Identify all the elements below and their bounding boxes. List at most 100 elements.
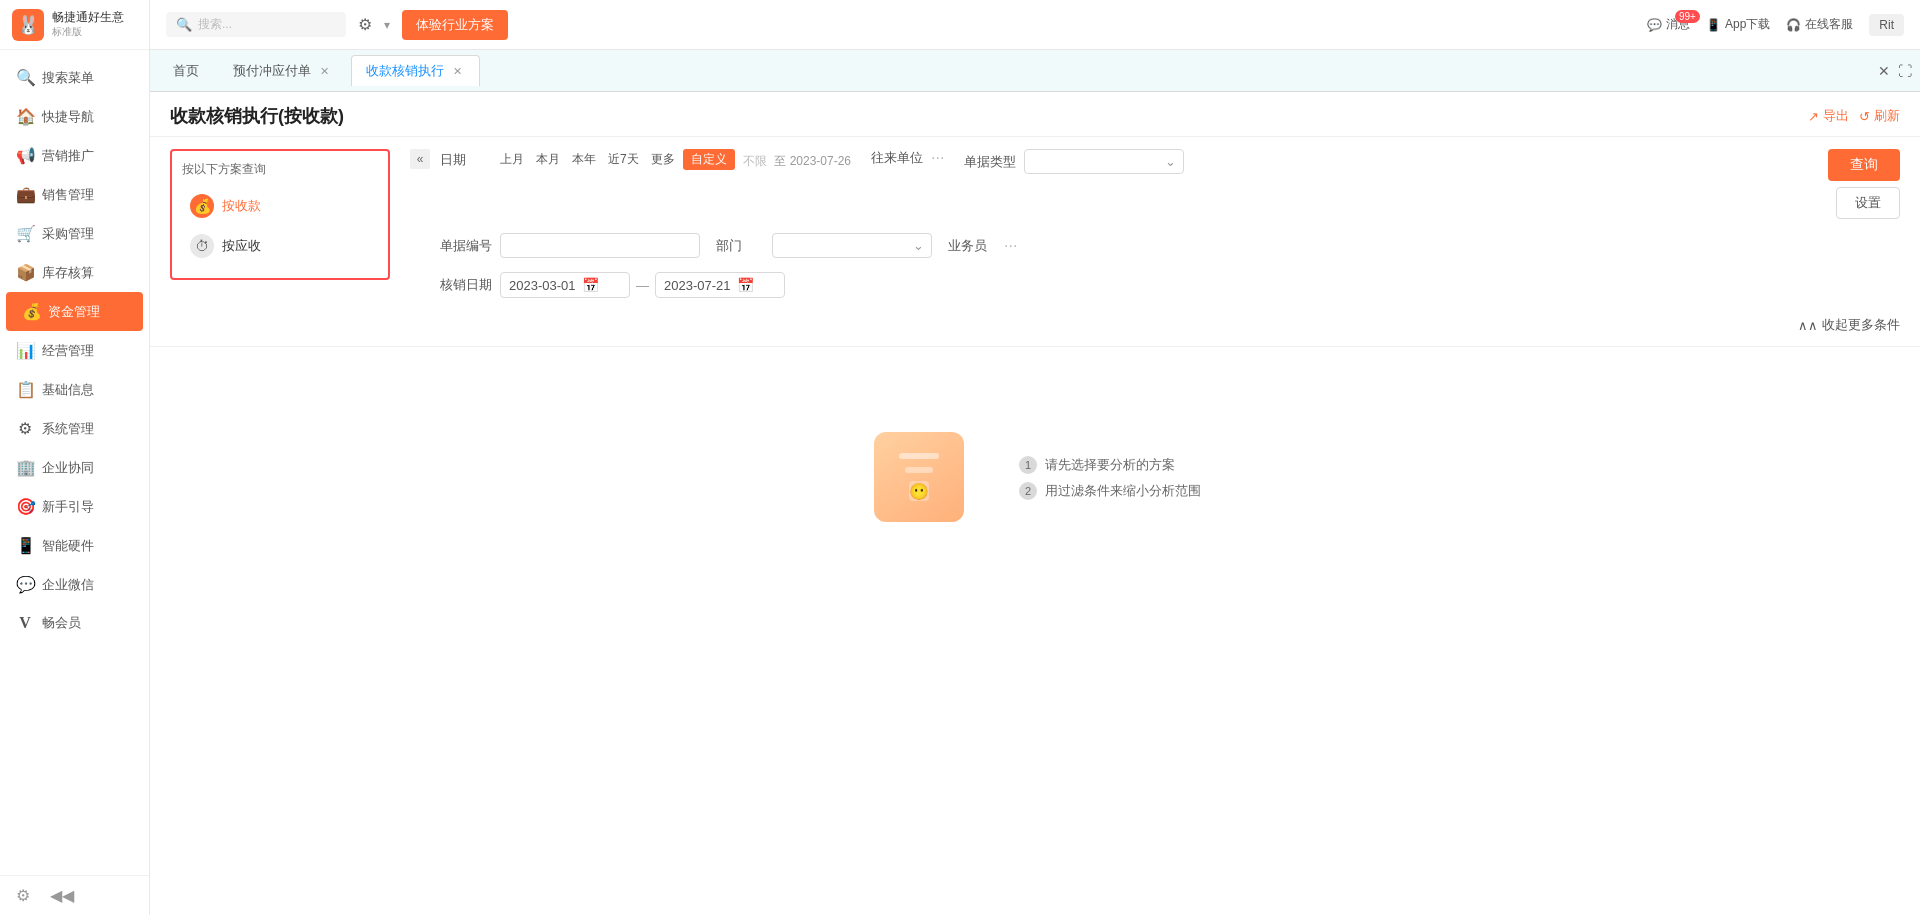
empty-hints: 1 请先选择要分析的方案 2 用过滤条件来缩小分析范围 [1019,456,1201,508]
search-menu-icon: 🔍 [16,68,34,87]
date-label: 日期 [440,151,488,169]
sidebar-item-vip[interactable]: V 畅会员 [0,604,149,642]
tab-prepay[interactable]: 预付冲应付单 ✕ [218,55,347,86]
sidebar-item-search-menu[interactable]: 🔍 搜索菜单 [0,58,149,97]
empty-hint-num-2: 2 [1019,482,1037,500]
sidebar-item-purchase-mgmt[interactable]: 🛒 采购管理 [0,214,149,253]
tab-prepay-close-icon[interactable]: ✕ [317,64,332,79]
collapse-more-row: ∧∧ 收起更多条件 [440,312,1900,334]
user-name: Rit [1879,18,1894,32]
doc-type-select[interactable] [1024,149,1184,174]
doc-type-label: 单据类型 [964,153,1016,171]
date-no-limit: 不限 至 2023-07-26 [743,153,851,170]
dept-select-wrap [772,233,932,258]
topbar-search-placeholder: 搜索... [198,16,232,33]
empty-hint-text-1: 请先选择要分析的方案 [1045,456,1175,474]
sidebar-item-quick-nav[interactable]: 🏠 快捷导航 [0,97,149,136]
empty-illustration: 😶 [869,427,979,537]
date-btn-7days[interactable]: 近7天 [604,149,643,170]
dept-field: 部门 [716,233,932,258]
collapse-sidebar-icon[interactable]: ◀◀ [50,886,74,905]
app-name: 畅捷通好生意 [52,10,124,26]
sidebar-item-fund-mgmt[interactable]: 💰 资金管理 [6,292,143,331]
topbar-right: 💬 消息 99+ 📱 App下载 🎧 在线客服 Rit [1647,14,1904,36]
salesman-label: 业务员 [948,237,996,255]
system-mgmt-icon: ⚙ [16,419,34,438]
purchase-mgmt-label: 采购管理 [42,225,94,243]
writeoff-date-to-input[interactable]: 2023-07-21 📅 [655,272,785,298]
refresh-button[interactable]: ↺ 刷新 [1859,107,1900,125]
sales-mgmt-icon: 💼 [16,185,34,204]
empty-state-inner: 😶 1 请先选择要分析的方案 2 用过滤条件来缩小分析范围 [869,427,1201,537]
sidebar-item-basic-info[interactable]: 📋 基础信息 [0,370,149,409]
quick-nav-icon: 🏠 [16,107,34,126]
empty-hint-1: 1 请先选择要分析的方案 [1019,456,1201,474]
online-service-icon: 🎧 [1786,18,1801,32]
sidebar-item-marketing[interactable]: 📢 营销推广 [0,136,149,175]
marketing-label: 营销推广 [42,147,94,165]
tab-receipt-writeoff[interactable]: 收款核销执行 ✕ [351,55,480,86]
sidebar-item-inventory[interactable]: 📦 库存核算 [0,253,149,292]
sidebar-item-enterprise-collab[interactable]: 🏢 企业协同 [0,448,149,487]
filter-option-by-receivable[interactable]: ⏱ 按应收 [182,228,378,264]
dept-select[interactable] [772,233,932,258]
doc-number-field: 单据编号 [440,233,700,258]
writeoff-date-field: 核销日期 2023-03-01 📅 — 2023-07-21 📅 [440,272,785,298]
date-btn-last-month[interactable]: 上月 [496,149,528,170]
system-mgmt-label: 系统管理 [42,420,94,438]
export-button[interactable]: ↗ 导出 [1808,107,1849,125]
sidebar-item-enterprise-wechat[interactable]: 💬 企业微信 [0,565,149,604]
message-button[interactable]: 💬 消息 99+ [1647,16,1690,33]
quick-nav-label: 快捷导航 [42,108,94,126]
right-action-btns: 查询 设置 [1828,149,1900,219]
topbar-search-box[interactable]: 🔍 搜索... [166,12,346,37]
filter-fields-panel: 日期 上月 本月 本年 近7天 更多 自定义 不限 至 [440,149,1900,334]
sidebar-item-smart-hw[interactable]: 📱 智能硬件 [0,526,149,565]
empty-box-face: 😶 [909,481,929,501]
salesman-select-more-icon[interactable]: ··· [1004,237,1017,255]
filter-collapse-button[interactable] [410,149,430,169]
app-download-button[interactable]: 📱 App下载 [1706,16,1770,33]
settings-button[interactable]: 设置 [1836,187,1900,219]
query-button[interactable]: 查询 [1828,149,1900,181]
tab-expand-icon[interactable]: ⛶ [1898,63,1912,79]
writeoff-date-to-calendar-icon[interactable]: 📅 [737,277,754,293]
basic-info-label: 基础信息 [42,381,94,399]
writeoff-date-to-value: 2023-07-21 [664,278,731,293]
writeoff-date-from-input[interactable]: 2023-03-01 📅 [500,272,630,298]
settings-icon[interactable]: ⚙ [16,886,30,905]
tab-receipt-writeoff-close-icon[interactable]: ✕ [450,64,465,79]
salesman-field: 业务员 ··· [948,237,1017,255]
date-btn-this-month[interactable]: 本月 [532,149,564,170]
dept-label: 部门 [716,237,764,255]
by-receivable-icon: ⏱ [190,234,214,258]
user-menu[interactable]: Rit [1869,14,1904,36]
doc-number-input[interactable] [500,233,700,258]
smart-hw-icon: 📱 [16,536,34,555]
filter-row-2: 单据编号 部门 业务员 [440,233,1900,258]
date-btn-more[interactable]: 更多 [647,149,679,170]
industry-solution-button[interactable]: 体验行业方案 [402,10,508,40]
sidebar-item-beginner-guide[interactable]: 🎯 新手引导 [0,487,149,526]
refresh-icon: ↺ [1859,109,1870,124]
collapse-more-button[interactable]: ∧∧ 收起更多条件 [1798,316,1900,334]
topbar-gear-icon[interactable]: ⚙ [358,15,372,34]
enterprise-wechat-icon: 💬 [16,575,34,594]
tabbar: 首页 预付冲应付单 ✕ 收款核销执行 ✕ ✕ ⛶ [150,50,1920,92]
writeoff-date-range: 2023-03-01 📅 — 2023-07-21 📅 [500,272,785,298]
sidebar: 🐰 畅捷通好生意 标准版 🔍 搜索菜单 🏠 快捷导航 📢 营销推广 💼 销售管理… [0,0,150,915]
online-service-button[interactable]: 🎧 在线客服 [1786,16,1853,33]
tab-home[interactable]: 首页 [158,55,214,86]
partner-select-more-icon[interactable]: ··· [931,149,944,167]
empty-hint-num-1: 1 [1019,456,1037,474]
tab-close-all-icon[interactable]: ✕ [1878,63,1890,79]
filter-scheme-title: 按以下方案查询 [182,161,378,178]
filter-option-by-receipt[interactable]: 💰 按收款 [182,188,378,224]
sidebar-item-sales-mgmt[interactable]: 💼 销售管理 [0,175,149,214]
topbar-dropdown-icon[interactable]: ▾ [384,18,390,32]
date-btn-this-year[interactable]: 本年 [568,149,600,170]
writeoff-date-from-calendar-icon[interactable]: 📅 [582,277,599,293]
sidebar-item-biz-mgmt[interactable]: 📊 经营管理 [0,331,149,370]
date-btn-custom[interactable]: 自定义 [683,149,735,170]
sidebar-item-system-mgmt[interactable]: ⚙ 系统管理 [0,409,149,448]
